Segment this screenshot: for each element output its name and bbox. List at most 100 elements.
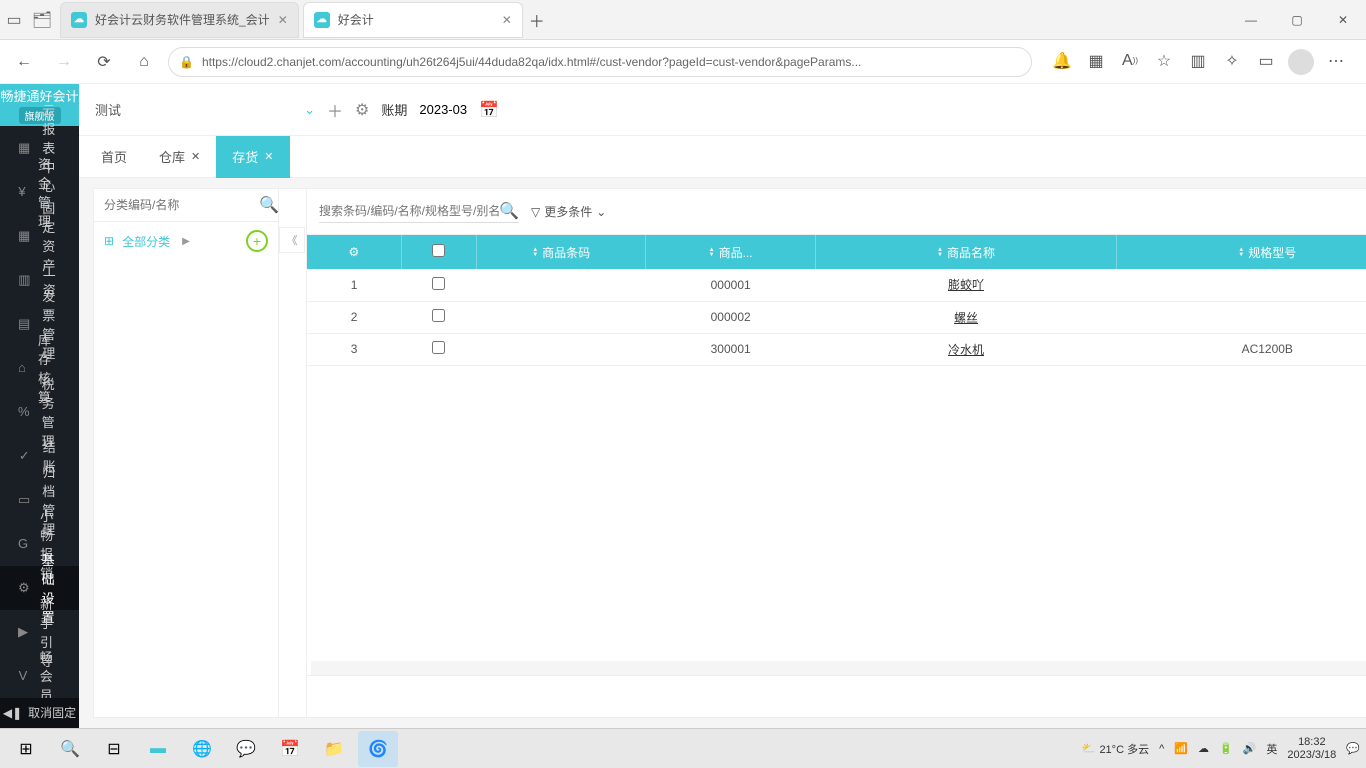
sidebar-item-畅会员[interactable]: V畅会员 <box>0 654 79 698</box>
category-search[interactable]: 🔍 <box>94 189 278 222</box>
menu-icon[interactable]: ⋯ <box>1324 49 1348 73</box>
page-tabs: 首页仓库✕存货✕ ✕ ⛶ <box>79 136 1366 178</box>
close-button[interactable]: ✕ <box>1320 0 1366 40</box>
col-header-0[interactable]: ⚙ <box>307 235 401 269</box>
page-tab-仓库[interactable]: 仓库✕ <box>143 136 216 178</box>
plus-icon[interactable]: ＋ <box>327 98 343 122</box>
cloud-icon[interactable]: ☁ <box>1198 742 1209 755</box>
sidebar-item-库存核算[interactable]: ⌂库存核算 <box>0 346 79 390</box>
ime-indicator[interactable]: 英 <box>1266 741 1277 757</box>
row-checkbox[interactable] <box>401 333 476 365</box>
sidebar: 畅捷通好会计 旗舰版 ▦云报表中心¥资金管理▦固定资产▥工资▤发票管理⌂库存核算… <box>0 84 79 728</box>
browser-tab-1[interactable]: ☁ 好会计云财务软件管理系统_会计 ✕ <box>60 2 299 38</box>
category-search-input[interactable] <box>104 198 259 212</box>
select-all-checkbox[interactable] <box>432 244 445 257</box>
gear-icon[interactable]: ⚙ <box>355 100 369 120</box>
clock[interactable]: 18:32 2023/3/18 <box>1287 736 1336 762</box>
horizontal-scrollbar[interactable] <box>311 661 1366 675</box>
all-cat-label: 全部分类 <box>122 233 170 250</box>
maximize-button[interactable]: ▢ <box>1274 0 1320 40</box>
toolbar: 🔍 ▽ 更多条件 ⌄ ＋ 新增商品 ✎ 批量操作 <box>307 189 1366 235</box>
code: 300001 <box>646 333 815 365</box>
add-category-button[interactable]: + <box>246 230 268 252</box>
start-button[interactable]: ⊞ <box>6 731 46 767</box>
battery-icon[interactable]: 🔋 <box>1219 742 1233 755</box>
row-checkbox[interactable] <box>401 301 476 333</box>
col-header-4[interactable]: ▲▼商品名称 <box>815 235 1116 269</box>
search-icon[interactable]: 🔍 <box>499 201 519 221</box>
sort-icon[interactable]: ▲▼ <box>937 248 943 258</box>
favorite-icon[interactable]: ☆ <box>1152 49 1176 73</box>
extensions-icon[interactable]: ▦ <box>1084 49 1108 73</box>
product-name[interactable]: 膨蛟吖 <box>815 269 1116 301</box>
forward-button[interactable]: → <box>48 46 80 78</box>
row-index: 1 <box>307 269 401 301</box>
row-checkbox[interactable] <box>401 269 476 301</box>
gear-icon[interactable]: ⚙ <box>348 245 359 259</box>
company-selector[interactable]: 测试 ⌄ <box>95 100 315 119</box>
minimize-button[interactable]: — <box>1228 0 1274 40</box>
refresh-button[interactable]: ⟳ <box>88 46 120 78</box>
sidebar-item-工资[interactable]: ▥工资 <box>0 258 79 302</box>
more-filters[interactable]: ▽ 更多条件 ⌄ <box>531 203 606 220</box>
task-view-button[interactable]: ⊟ <box>94 731 134 767</box>
search-icon[interactable]: 🔍 <box>259 195 279 215</box>
search-button[interactable]: 🔍 <box>50 731 90 767</box>
close-icon[interactable]: ✕ <box>191 150 200 163</box>
notifications-icon[interactable]: 💬 <box>1346 742 1360 755</box>
period-value[interactable]: 2023-03 <box>419 102 467 117</box>
sidebar-item-结账[interactable]: ✓结账 <box>0 434 79 478</box>
close-icon[interactable]: ✕ <box>278 13 288 27</box>
calendar-icon[interactable]: 📅 <box>479 100 499 120</box>
browser-tab-2[interactable]: ☁ 好会计 ✕ <box>303 2 523 38</box>
code: 000001 <box>646 269 815 301</box>
read-aloud-icon[interactable]: A)) <box>1118 49 1142 73</box>
collapse-panel-button[interactable]: 《 <box>279 227 305 253</box>
explorer-icon[interactable]: 📁 <box>314 731 354 767</box>
sidebar-item-资金管理[interactable]: ¥资金管理 <box>0 170 79 214</box>
home-button[interactable]: ⌂ <box>128 46 160 78</box>
new-tab-button[interactable]: ＋ <box>523 6 551 34</box>
all-categories[interactable]: ⊞ 全部分类 ▶ + <box>94 222 278 260</box>
app-icon[interactable]: ▬ <box>138 731 178 767</box>
sidebar-unpin[interactable]: ◀❚ 取消固定 <box>0 698 79 728</box>
chrome-icon[interactable]: 🌐 <box>182 731 222 767</box>
col-header-5[interactable]: ▲▼规格型号 <box>1117 235 1366 269</box>
col-header-2[interactable]: ▲▼商品条码 <box>476 235 645 269</box>
weather-widget[interactable]: ⛅ 21°C 多云 <box>1082 741 1149 757</box>
product-name[interactable]: 螺丝 <box>815 301 1116 333</box>
grid-icon: ⊞ <box>104 234 114 248</box>
wallet-icon[interactable]: ▭ <box>1254 49 1278 73</box>
notification-icon[interactable]: 🔔 <box>1050 49 1074 73</box>
page-tab-存货[interactable]: 存货✕ <box>216 136 289 178</box>
close-icon[interactable]: ✕ <box>264 150 273 163</box>
expand-icon: ▶ <box>182 236 190 247</box>
tabs-icon[interactable]: 🗂 <box>28 10 56 30</box>
sidebar-item-小畅报销[interactable]: G小畅报销 <box>0 522 79 566</box>
edge-icon[interactable]: 🌀 <box>358 731 398 767</box>
wifi-icon[interactable]: 📶 <box>1174 742 1188 755</box>
product-search[interactable]: 🔍 <box>319 200 519 223</box>
profile-icon[interactable] <box>1288 49 1314 75</box>
sort-icon[interactable]: ▲▼ <box>1238 248 1244 258</box>
collections-icon[interactable]: ✧ <box>1220 49 1244 73</box>
calendar-icon[interactable]: 📅 <box>270 731 310 767</box>
close-icon[interactable]: ✕ <box>502 13 512 27</box>
volume-icon[interactable]: 🔊 <box>1243 742 1257 755</box>
back-button[interactable]: ← <box>8 46 40 78</box>
url-input[interactable]: 🔒 https://cloud2.chanjet.com/accounting/… <box>168 47 1032 77</box>
menu-icon: ✓ <box>18 448 31 464</box>
split-icon[interactable]: ▥ <box>1186 49 1210 73</box>
wechat-icon[interactable]: 💬 <box>226 731 266 767</box>
tray-chevron[interactable]: ^ <box>1159 743 1164 755</box>
col-header-3[interactable]: ▲▼商品... <box>646 235 815 269</box>
menu-icon: ▦ <box>18 140 30 156</box>
col-header-1[interactable] <box>401 235 476 269</box>
table-row: 1 000001 膨蛟吖 实物 未分类 移动平 ✎⊞ <box>307 269 1366 301</box>
sort-icon[interactable]: ▲▼ <box>709 248 715 258</box>
sort-icon[interactable]: ▲▼ <box>532 248 538 258</box>
page-tab-首页[interactable]: 首页 <box>85 136 143 178</box>
menu-icon: ⌂ <box>18 360 26 375</box>
product-search-input[interactable] <box>319 200 499 222</box>
product-name[interactable]: 冷水机 <box>815 333 1116 365</box>
